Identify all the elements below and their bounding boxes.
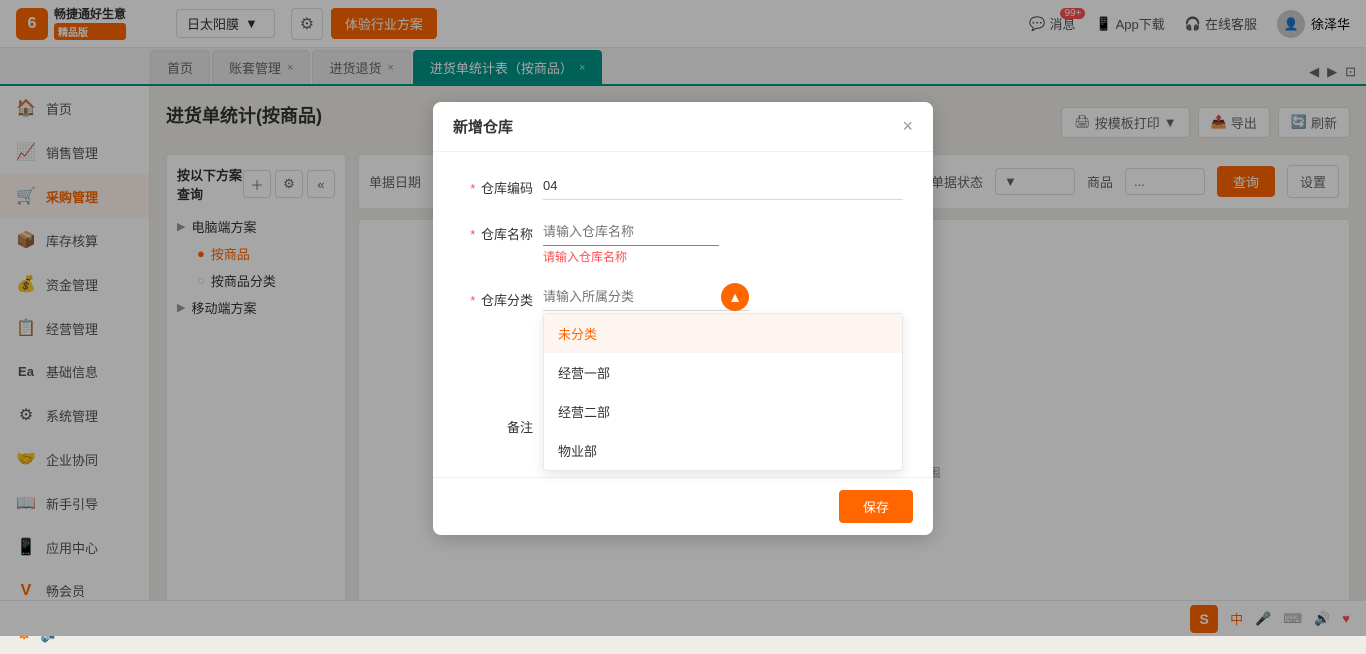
remark-label-text: 备注	[507, 420, 533, 435]
modal-close-button[interactable]: ×	[902, 117, 913, 135]
name-error-message: 请输入仓库名称	[543, 248, 719, 265]
name-label: * 仓库名称	[463, 218, 543, 243]
required-star2: *	[470, 227, 475, 242]
modal-title: 新增仓库	[453, 116, 513, 137]
dropdown-item-dept2[interactable]: 经营二部	[544, 392, 902, 431]
category-input-wrap: ▲	[543, 283, 749, 311]
form-row-category: * 仓库分类 ▲ 未分类 经营一部 经营二部 物业部	[463, 283, 903, 311]
category-label-text: 仓库分类	[481, 293, 533, 308]
dropdown-item-dept1[interactable]: 经营一部	[544, 353, 902, 392]
modal-dialog: 新增仓库 × * 仓库编码 * 仓库名称	[433, 102, 933, 535]
modal-footer: 保存	[433, 477, 933, 535]
category-label: * 仓库分类	[463, 284, 543, 309]
modal-header: 新增仓库 ×	[433, 102, 933, 152]
save-button[interactable]: 保存	[839, 490, 913, 523]
name-label-text: 仓库名称	[481, 227, 533, 242]
dropdown-item-uncategorized[interactable]: 未分类	[544, 314, 902, 353]
form-row-name: * 仓库名称 请输入仓库名称	[463, 218, 903, 265]
code-input[interactable]	[543, 172, 903, 200]
modal-body: * 仓库编码 * 仓库名称 请输入仓库名称	[433, 152, 933, 477]
category-toggle-icon[interactable]: ▲	[721, 283, 749, 311]
required-star3: *	[470, 293, 475, 308]
dropdown-item-dept3[interactable]: 物业部	[544, 431, 902, 470]
code-label: * 仓库编码	[463, 172, 543, 197]
modal-overlay: 新增仓库 × * 仓库编码 * 仓库名称	[0, 0, 1366, 636]
form-row-code: * 仓库编码	[463, 172, 903, 200]
category-dropdown: 未分类 经营一部 经营二部 物业部	[543, 313, 903, 471]
required-star: *	[470, 181, 475, 196]
remark-label: 备注	[463, 411, 543, 436]
category-input[interactable]	[543, 283, 749, 311]
name-input[interactable]	[543, 218, 719, 246]
code-label-text: 仓库编码	[481, 181, 533, 196]
